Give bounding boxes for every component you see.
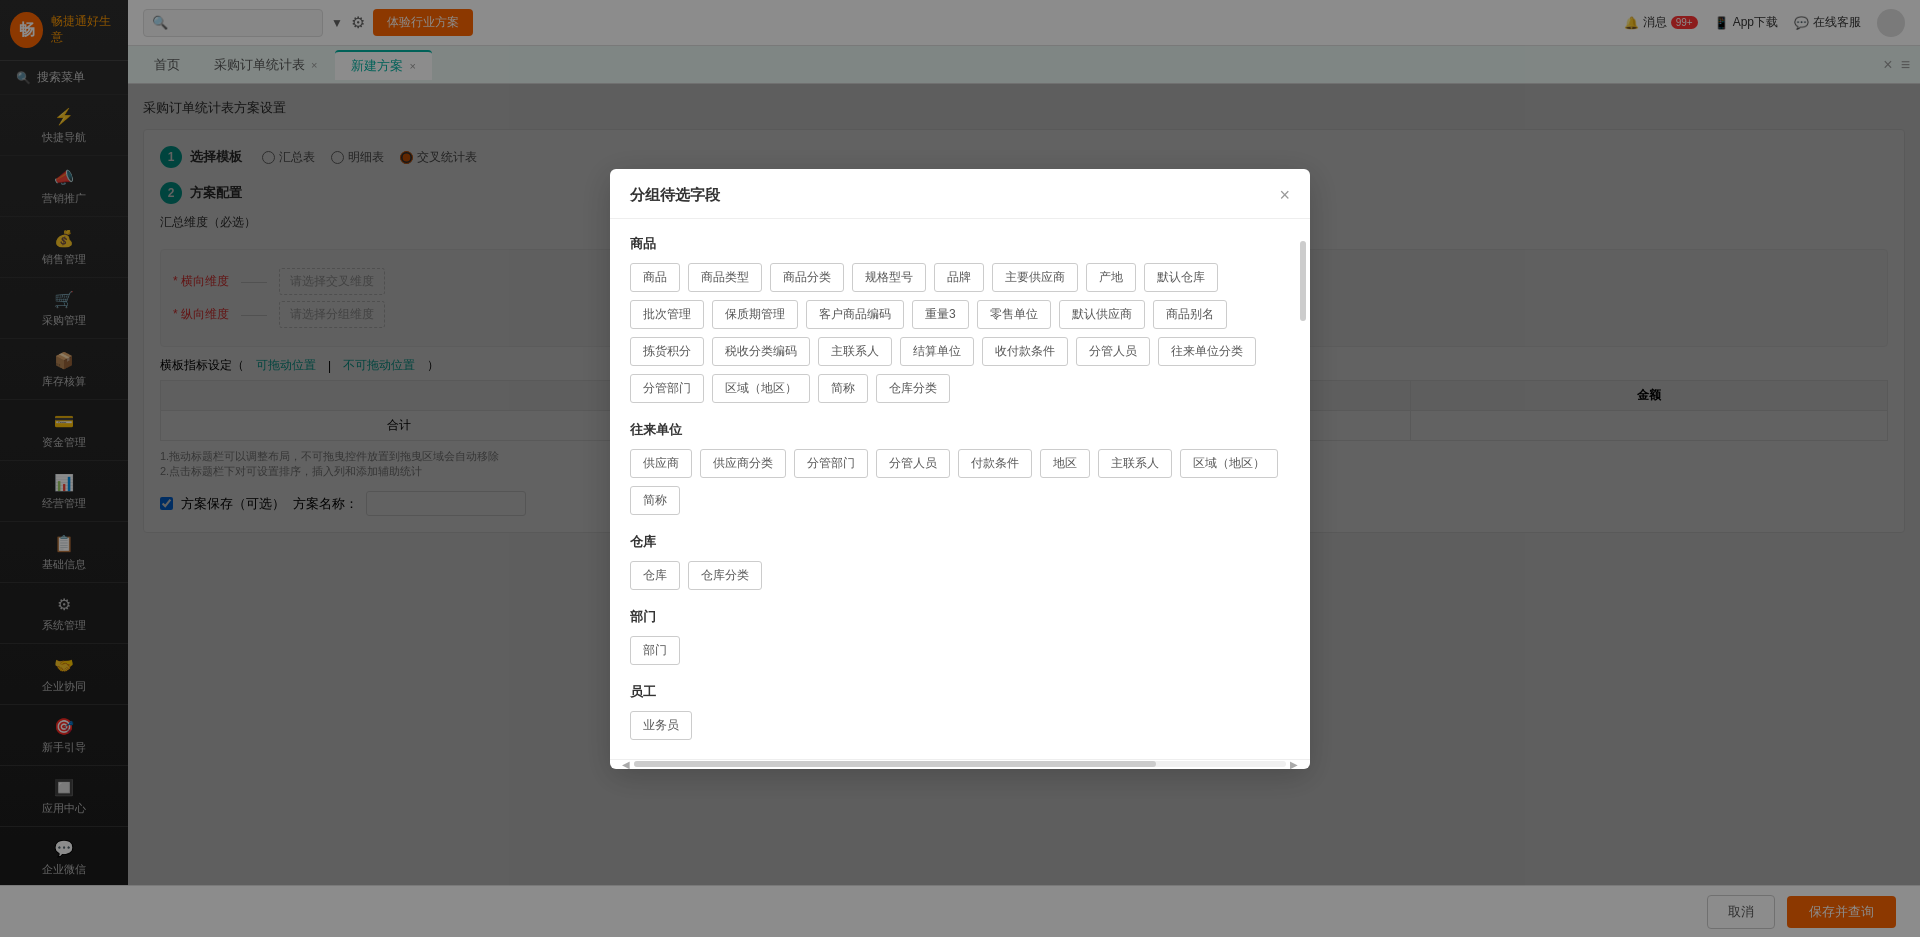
field-tag-0-24[interactable]: 简称 — [818, 374, 868, 403]
field-tag-1-4[interactable]: 付款条件 — [958, 449, 1032, 478]
modal-title: 分组待选字段 — [630, 186, 720, 205]
field-group-0: 商品商品商品类型商品分类规格型号品牌主要供应商产地默认仓库批次管理保质期管理客户… — [630, 235, 1290, 403]
field-tags-3: 部门 — [630, 636, 1290, 665]
field-group-3: 部门部门 — [630, 608, 1290, 665]
field-tags-4: 业务员 — [630, 711, 1290, 740]
field-group-1: 往来单位供应商供应商分类分管部门分管人员付款条件地区主联系人区域（地区） 简称 — [630, 421, 1290, 515]
hscroll-track — [634, 761, 1286, 767]
field-tag-0-15[interactable]: 拣货积分 — [630, 337, 704, 366]
field-tag-1-3[interactable]: 分管人员 — [876, 449, 950, 478]
field-tag-0-8[interactable]: 批次管理 — [630, 300, 704, 329]
field-tag-0-19[interactable]: 收付款条件 — [982, 337, 1068, 366]
field-tag-0-25[interactable]: 仓库分类 — [876, 374, 950, 403]
field-tag-0-4[interactable]: 品牌 — [934, 263, 984, 292]
field-tag-1-7[interactable]: 区域（地区） — [1180, 449, 1278, 478]
field-tag-1-1[interactable]: 供应商分类 — [700, 449, 786, 478]
field-tag-2-1[interactable]: 仓库分类 — [688, 561, 762, 590]
field-group-title-1: 往来单位 — [630, 421, 1290, 439]
field-tag-0-7[interactable]: 默认仓库 — [1144, 263, 1218, 292]
field-tag-0-12[interactable]: 零售单位 — [977, 300, 1051, 329]
modal-scrollbar[interactable] — [1300, 221, 1306, 761]
field-tag-0-23[interactable]: 区域（地区） — [712, 374, 810, 403]
field-tag-0-6[interactable]: 产地 — [1086, 263, 1136, 292]
field-group-title-4: 员工 — [630, 683, 1290, 701]
field-tag-0-17[interactable]: 主联系人 — [818, 337, 892, 366]
field-tags-0: 商品商品类型商品分类规格型号品牌主要供应商产地默认仓库批次管理保质期管理客户商品… — [630, 263, 1290, 403]
field-tag-1-0[interactable]: 供应商 — [630, 449, 692, 478]
modal-header: 分组待选字段 × — [610, 169, 1310, 219]
field-tag-2-0[interactable]: 仓库 — [630, 561, 680, 590]
modal-overlay: 分组待选字段 × 商品商品商品类型商品分类规格型号品牌主要供应商产地默认仓库批次… — [0, 0, 1920, 937]
field-tags-2: 仓库仓库分类 — [630, 561, 1290, 590]
modal-close-button[interactable]: × — [1279, 185, 1290, 206]
field-tag-4-0[interactable]: 业务员 — [630, 711, 692, 740]
field-group-title-2: 仓库 — [630, 533, 1290, 551]
field-tag-0-14[interactable]: 商品别名 — [1153, 300, 1227, 329]
hscroll-thumb — [634, 761, 1156, 767]
field-tag-0-0[interactable]: 商品 — [630, 263, 680, 292]
field-tag-0-21[interactable]: 往来单位分类 — [1158, 337, 1256, 366]
field-tag-0-5[interactable]: 主要供应商 — [992, 263, 1078, 292]
field-group-title-3: 部门 — [630, 608, 1290, 626]
modal: 分组待选字段 × 商品商品商品类型商品分类规格型号品牌主要供应商产地默认仓库批次… — [610, 169, 1310, 769]
field-tag-1-5[interactable]: 地区 — [1040, 449, 1090, 478]
field-tag-3-0[interactable]: 部门 — [630, 636, 680, 665]
modal-scrollbar-thumb — [1300, 241, 1306, 321]
field-group-title-0: 商品 — [630, 235, 1290, 253]
field-tag-0-2[interactable]: 商品分类 — [770, 263, 844, 292]
field-tag-0-20[interactable]: 分管人员 — [1076, 337, 1150, 366]
field-tag-1-6[interactable]: 主联系人 — [1098, 449, 1172, 478]
field-tag-0-18[interactable]: 结算单位 — [900, 337, 974, 366]
field-tag-0-3[interactable]: 规格型号 — [852, 263, 926, 292]
field-tag-1-8[interactable]: 简称 — [630, 486, 680, 515]
field-tag-0-10[interactable]: 客户商品编码 — [806, 300, 904, 329]
modal-hscroll[interactable]: ◀ ▶ — [610, 759, 1310, 769]
field-tag-0-16[interactable]: 税收分类编码 — [712, 337, 810, 366]
field-tag-0-1[interactable]: 商品类型 — [688, 263, 762, 292]
field-tag-0-13[interactable]: 默认供应商 — [1059, 300, 1145, 329]
field-tag-0-22[interactable]: 分管部门 — [630, 374, 704, 403]
field-group-2: 仓库仓库仓库分类 — [630, 533, 1290, 590]
field-tag-0-11[interactable]: 重量3 — [912, 300, 969, 329]
field-tags-1: 供应商供应商分类分管部门分管人员付款条件地区主联系人区域（地区） 简称 — [630, 449, 1290, 515]
modal-body: 商品商品商品类型商品分类规格型号品牌主要供应商产地默认仓库批次管理保质期管理客户… — [610, 219, 1310, 759]
hscroll-left-arrow[interactable]: ◀ — [618, 759, 634, 770]
field-tag-0-9[interactable]: 保质期管理 — [712, 300, 798, 329]
field-tag-1-2[interactable]: 分管部门 — [794, 449, 868, 478]
field-group-4: 员工业务员 — [630, 683, 1290, 740]
